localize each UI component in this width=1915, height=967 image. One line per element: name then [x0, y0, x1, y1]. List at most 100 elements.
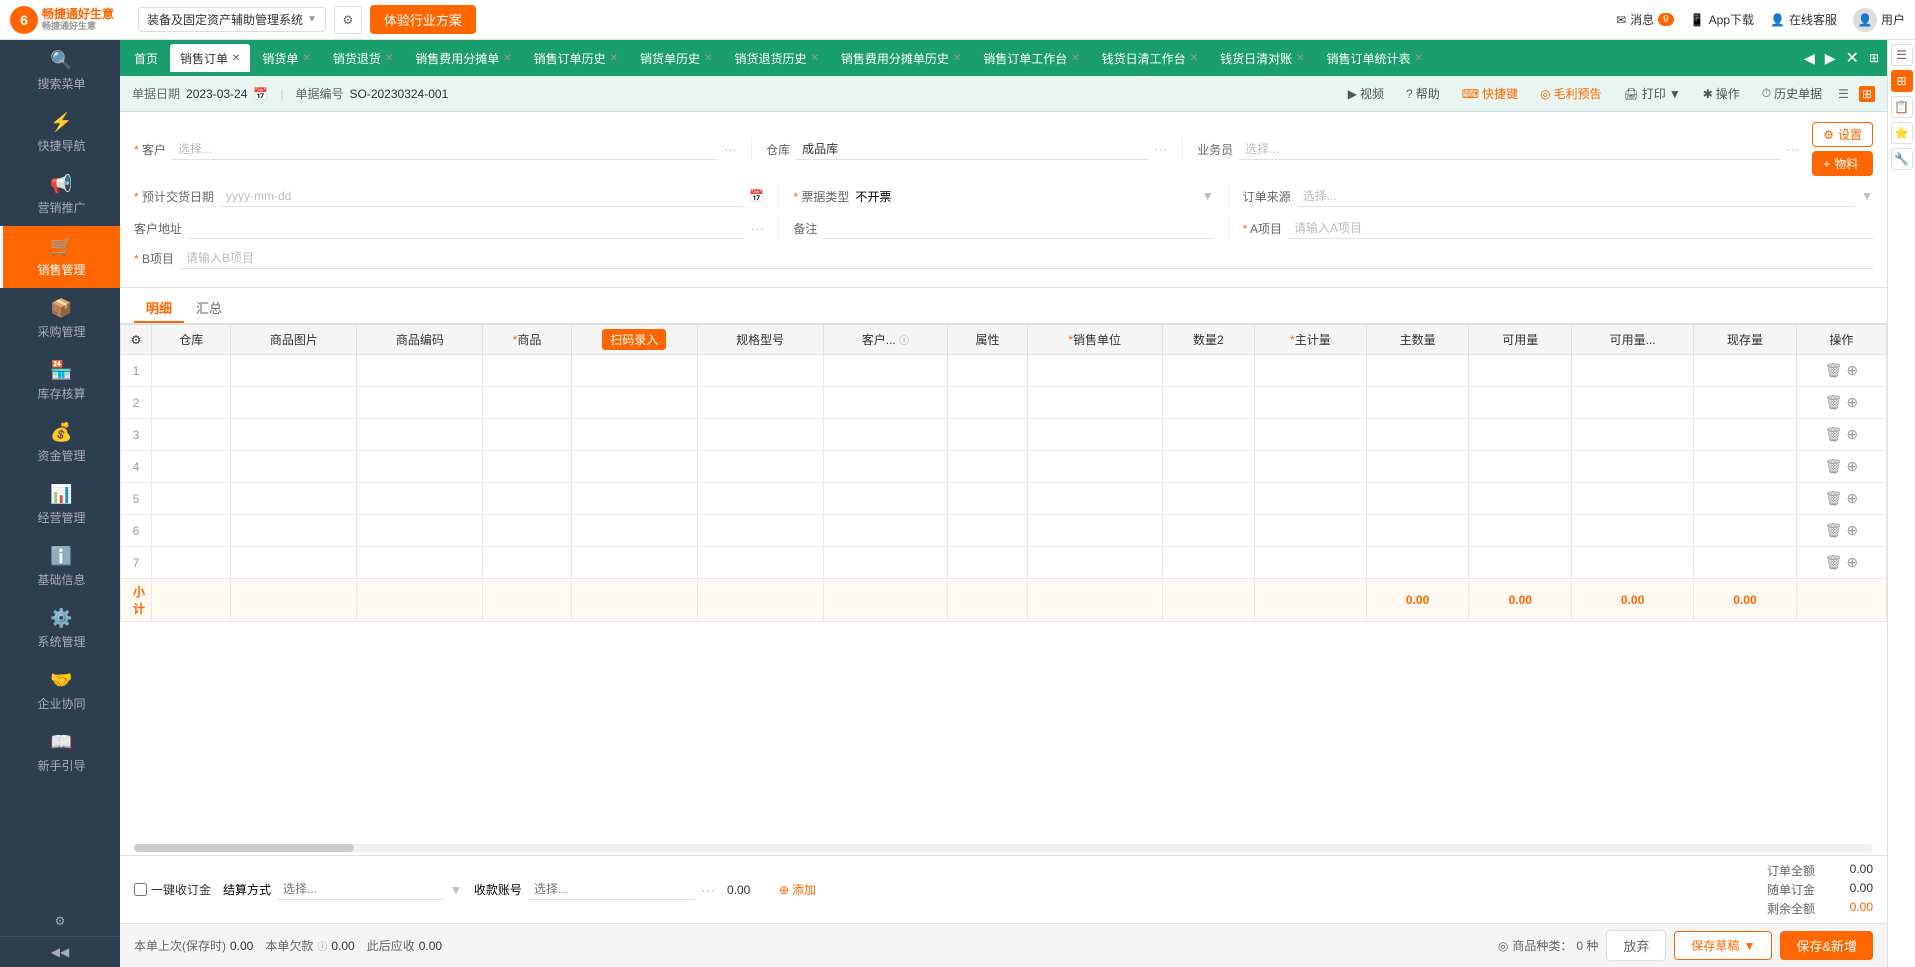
tab-item-5[interactable]: 销售订单历史✕ — [524, 44, 628, 72]
layout-grid-icon[interactable]: ⊞ — [1859, 86, 1875, 102]
cell-4-5[interactable] — [571, 451, 697, 483]
cell-2-9[interactable] — [1027, 387, 1162, 419]
discard-button[interactable]: 放弃 — [1606, 930, 1666, 961]
cell-5-11[interactable] — [1255, 483, 1367, 515]
cell-6-5[interactable] — [571, 515, 697, 547]
cell-1-1[interactable] — [152, 355, 231, 387]
message-button[interactable]: ✉ 消息 9 — [1616, 11, 1674, 28]
history-button[interactable]: ⏱ 历史单据 — [1756, 83, 1828, 104]
cell-2-15[interactable] — [1694, 387, 1797, 419]
cell-4-2[interactable] — [231, 451, 357, 483]
save-new-button[interactable]: 保存&新增 — [1780, 931, 1873, 960]
cell-2-2[interactable] — [231, 387, 357, 419]
cell-2-6[interactable] — [697, 387, 823, 419]
copy-icon-5[interactable]: ⊕ — [1846, 490, 1858, 507]
delete-icon-3[interactable]: 🗑 — [1825, 426, 1843, 443]
cell-1-13[interactable] — [1469, 355, 1572, 387]
cell-1-12[interactable] — [1366, 355, 1469, 387]
scan-button[interactable]: 扫码录入 — [602, 329, 666, 350]
tab-next-arrow[interactable]: ▶ — [1821, 50, 1840, 67]
copy-icon-3[interactable]: ⊕ — [1846, 426, 1858, 443]
sidebar-item-1[interactable]: ⚡快捷导航 — [0, 102, 120, 164]
order-source-input[interactable] — [1297, 186, 1855, 207]
cell-6-8[interactable] — [948, 515, 1027, 547]
account-input[interactable] — [528, 879, 695, 900]
cell-2-13[interactable] — [1469, 387, 1572, 419]
cell-6-1[interactable] — [152, 515, 231, 547]
sidebar-item-9[interactable]: ⚙️系统管理 — [0, 598, 120, 660]
sidebar-item-10[interactable]: 🤝企业协同 — [0, 660, 120, 722]
cell-7-15[interactable] — [1694, 547, 1797, 579]
tab-add-button[interactable]: ✕ — [1842, 48, 1863, 68]
cell-7-1[interactable] — [152, 547, 231, 579]
layout-list-icon[interactable]: ☰ — [1838, 87, 1849, 101]
cell-2-14[interactable] — [1572, 387, 1694, 419]
add-payment-button[interactable]: ⊕ 添加 — [779, 881, 816, 898]
cell-3-5[interactable] — [571, 419, 697, 451]
cell-6-14[interactable] — [1572, 515, 1694, 547]
cell-1-11[interactable] — [1255, 355, 1367, 387]
copy-icon-1[interactable]: ⊕ — [1846, 362, 1858, 379]
cell-1-2[interactable] — [231, 355, 357, 387]
cell-7-10[interactable] — [1162, 547, 1254, 579]
cell-7-8[interactable] — [948, 547, 1027, 579]
cell-4-11[interactable] — [1255, 451, 1367, 483]
a-project-input[interactable] — [1288, 218, 1873, 239]
cell-1-6[interactable] — [697, 355, 823, 387]
cell-7-2[interactable] — [231, 547, 357, 579]
delivery-date-input[interactable] — [220, 186, 743, 207]
cell-7-9[interactable] — [1027, 547, 1162, 579]
tab-item-8[interactable]: 销售费用分摊单历史✕ — [831, 44, 971, 72]
quick-payment-checkbox[interactable]: 一键收订金 — [134, 881, 211, 898]
cell-4-8[interactable] — [948, 451, 1027, 483]
cell-4-1[interactable] — [152, 451, 231, 483]
order-source-dropdown-icon[interactable]: ▼ — [1861, 189, 1873, 203]
tab-close-9[interactable]: ✕ — [1071, 53, 1079, 64]
delete-icon-4[interactable]: 🗑 — [1825, 458, 1843, 475]
cell-5-1[interactable] — [152, 483, 231, 515]
shortcut-button[interactable]: ⌨ 快捷键 — [1456, 83, 1524, 104]
sidebar-item-4[interactable]: 📦采购管理 — [0, 288, 120, 350]
customer-dots[interactable]: ··· — [723, 141, 737, 157]
delete-icon-7[interactable]: 🗑 — [1825, 554, 1843, 571]
tab-close-3[interactable]: ✕ — [385, 53, 393, 64]
cell-3-6[interactable] — [697, 419, 823, 451]
rmt-btn-1[interactable]: ☰ — [1891, 44, 1913, 66]
sidebar-item-3[interactable]: 🛒销售管理 — [0, 226, 120, 288]
horizontal-scrollbar[interactable] — [120, 841, 1887, 855]
rmt-btn-3[interactable]: 📋 — [1891, 96, 1913, 118]
cell-6-15[interactable] — [1694, 515, 1797, 547]
cell-4-9[interactable] — [1027, 451, 1162, 483]
cell-3-3[interactable] — [357, 419, 483, 451]
cell-1-4[interactable] — [483, 355, 571, 387]
delete-icon-1[interactable]: 🗑 — [1825, 362, 1843, 379]
user-button[interactable]: 👤 用户 — [1853, 8, 1905, 32]
cell-5-2[interactable] — [231, 483, 357, 515]
cell-2-8[interactable] — [948, 387, 1027, 419]
cell-5-10[interactable] — [1162, 483, 1254, 515]
cell-1-7[interactable] — [823, 355, 948, 387]
cell-7-4[interactable] — [483, 547, 571, 579]
addr-dots[interactable]: ··· — [750, 220, 764, 236]
cell-6-10[interactable] — [1162, 515, 1254, 547]
delete-icon-6[interactable]: 🗑 — [1825, 522, 1843, 539]
tab-item-4[interactable]: 销售费用分摊单✕ — [405, 44, 521, 72]
rmt-btn-5[interactable]: 🔧 — [1891, 148, 1913, 170]
tab-item-9[interactable]: 销售订单工作台✕ — [973, 44, 1089, 72]
cell-7-6[interactable] — [697, 547, 823, 579]
cell-3-13[interactable] — [1469, 419, 1572, 451]
operate-button[interactable]: ✱ 操作 — [1697, 83, 1746, 104]
cell-7-3[interactable] — [357, 547, 483, 579]
cell-4-15[interactable] — [1694, 451, 1797, 483]
cell-6-3[interactable] — [357, 515, 483, 547]
delete-icon-5[interactable]: 🗑 — [1825, 490, 1843, 507]
payment-dropdown-icon[interactable]: ▼ — [450, 883, 462, 897]
cell-2-3[interactable] — [357, 387, 483, 419]
customer-input[interactable] — [172, 139, 717, 160]
tab-item-2[interactable]: 销货单✕ — [252, 44, 320, 72]
tab-close-11[interactable]: ✕ — [1296, 53, 1304, 64]
warehouse-input[interactable] — [796, 139, 1148, 160]
rmt-btn-4[interactable]: ⭐ — [1891, 122, 1913, 144]
b-project-input[interactable] — [180, 248, 1873, 269]
sidebar-item-0[interactable]: 🔍搜索菜单 — [0, 40, 120, 102]
